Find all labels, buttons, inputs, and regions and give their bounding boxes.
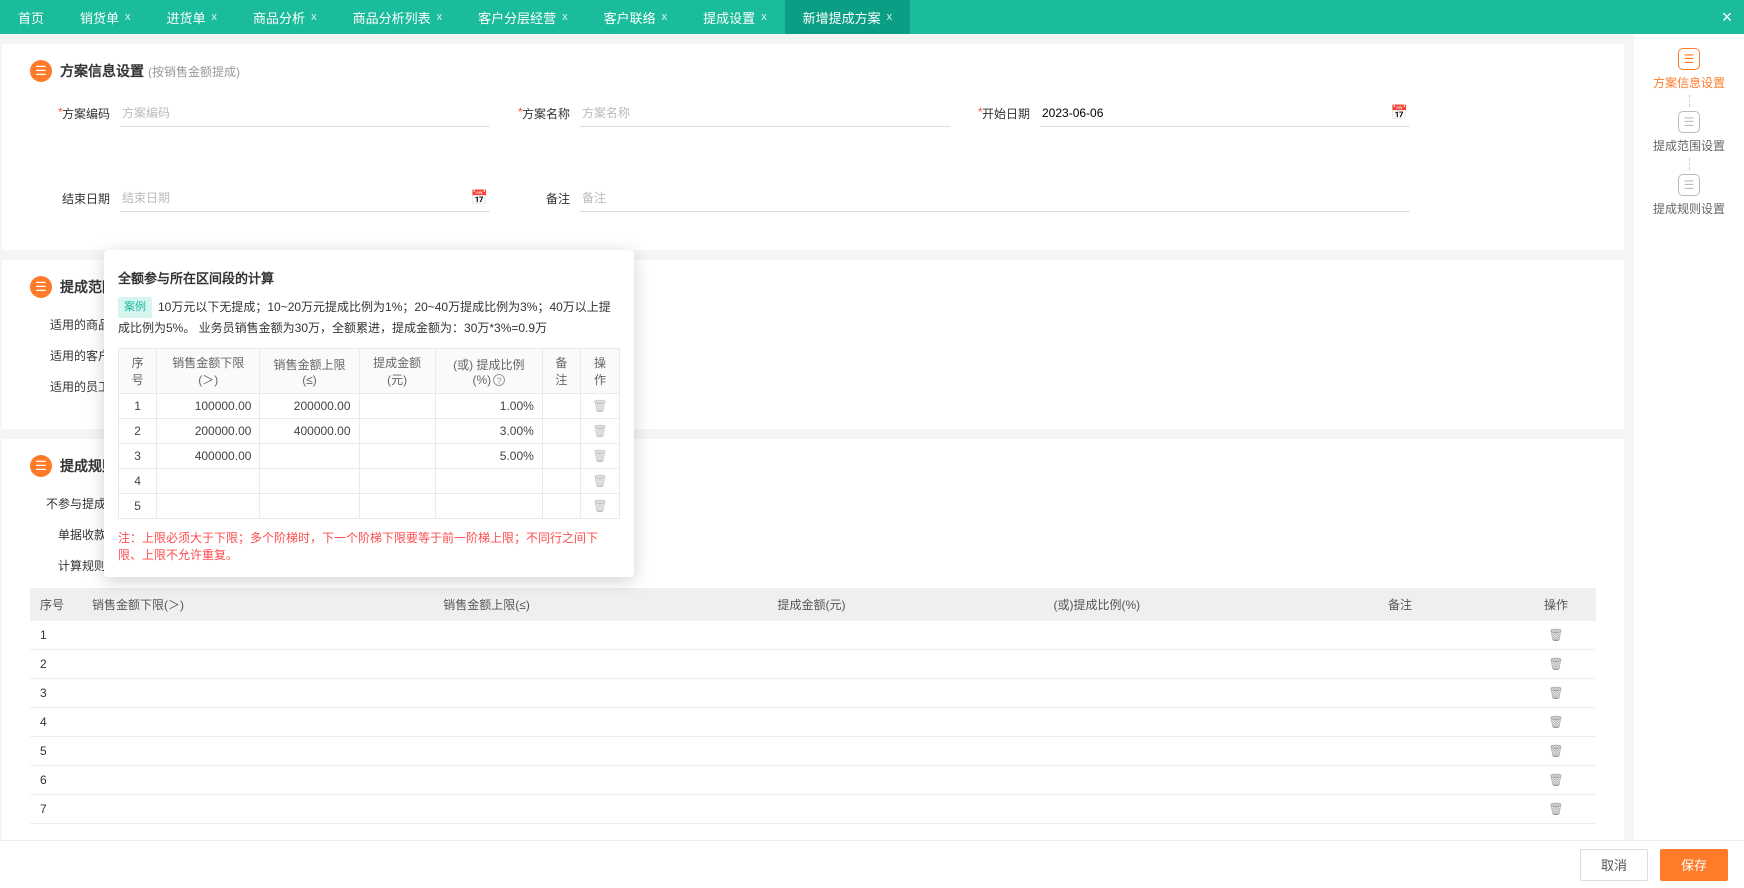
table-row: 5🗑 [119, 494, 620, 519]
table-row[interactable]: 3🗑 [30, 679, 1596, 708]
step-rules[interactable]: ☰ 提成规则设置 [1634, 174, 1744, 217]
cancel-button[interactable]: 取消 [1580, 849, 1648, 881]
delete-icon[interactable]: 🗑 [592, 474, 607, 488]
close-icon[interactable]: x [761, 11, 767, 23]
section-icon: ☰ [30, 455, 52, 477]
popover-note: 注：上限必须大于下限；多个阶梯时，下一个阶梯下限要等于前一阶梯上限；不同行之间下… [118, 529, 620, 563]
start-date-label: 开始日期 [950, 105, 1040, 122]
delete-icon[interactable]: 🗑 [1548, 686, 1563, 700]
example-table: 序号 销售金额下限 (＞) 销售金额上限 (≤) 提成金额 (元) (或) 提成… [118, 348, 620, 519]
tab-home[interactable]: 首页 [0, 0, 62, 34]
case-tag: 案例 [118, 297, 152, 318]
calendar-icon[interactable]: 📅 [471, 189, 488, 206]
col-action: 操作 [1516, 588, 1596, 621]
table-row: 2200000.00400000.003.00%🗑 [119, 419, 620, 444]
example-popover: 全额参与所在区间段的计算 案例10万元以下无提成；10~20万元提成比例为1%；… [104, 250, 634, 577]
plan-name-input[interactable] [580, 100, 950, 127]
remark-label: 备注 [490, 190, 580, 207]
end-date-input[interactable] [120, 185, 490, 212]
close-icon[interactable]: x [887, 11, 893, 23]
close-all-tabs-icon[interactable]: × [1710, 0, 1744, 34]
tab-customer-contact[interactable]: 客户联络x [586, 0, 686, 34]
table-row: 3400000.005.00%🗑 [119, 444, 620, 469]
rule-table: 序号 销售金额下限(＞) 销售金额上限(≤) 提成金额(元) (或)提成比例(%… [30, 588, 1596, 824]
top-tab-bar: 首页 销货单x 进货单x 商品分析x 商品分析列表x 客户分层经营x 客户联络x… [0, 0, 1744, 34]
table-row[interactable]: 7🗑 [30, 795, 1596, 824]
tab-purchase-order[interactable]: 进货单x [149, 0, 236, 34]
delete-icon[interactable]: 🗑 [1548, 773, 1563, 787]
col-ratio: (或)提成比例(%) [1043, 588, 1377, 621]
table-row[interactable]: 2🗑 [30, 650, 1596, 679]
step-icon: ☰ [1678, 111, 1700, 133]
close-icon[interactable]: x [437, 11, 443, 23]
plan-code-label: 方案编码 [30, 105, 120, 122]
section-plan-info: ☰ 方案信息设置 (按销售金额提成) 方案编码 方案名称 开始日期 📅 [2, 44, 1624, 250]
delete-icon[interactable]: 🗑 [592, 399, 607, 413]
col-remark: 备注 [1378, 588, 1516, 621]
tab-new-commission-plan[interactable]: 新增提成方案x [785, 0, 911, 34]
calendar-icon[interactable]: 📅 [1391, 104, 1408, 121]
section-icon: ☰ [30, 60, 52, 82]
table-row[interactable]: 5🗑 [30, 737, 1596, 766]
step-icon: ☰ [1678, 174, 1700, 196]
delete-icon[interactable]: 🗑 [1548, 657, 1563, 671]
end-date-label: 结束日期 [30, 190, 120, 207]
delete-icon[interactable]: 🗑 [592, 424, 607, 438]
save-button[interactable]: 保存 [1660, 849, 1728, 881]
close-icon[interactable]: x [562, 11, 568, 23]
table-row[interactable]: 4🗑 [30, 708, 1596, 737]
delete-icon[interactable]: 🗑 [1548, 715, 1563, 729]
section-title: 方案信息设置 [60, 61, 144, 81]
step-scope[interactable]: ☰ 提成范围设置 [1634, 111, 1744, 154]
delete-icon[interactable]: 🗑 [592, 499, 607, 513]
tab-product-analysis[interactable]: 商品分析x [235, 0, 335, 34]
col-amount: 提成金额(元) [768, 588, 1044, 621]
case-body: 10万元以下无提成；10~20万元提成比例为1%；20~40万提成比例为3%；4… [118, 300, 611, 335]
col-seq: 序号 [30, 588, 82, 621]
table-row[interactable]: 6🗑 [30, 766, 1596, 795]
footer-bar: 取消 保存 [0, 840, 1744, 888]
col-upper: 销售金额上限(≤) [433, 588, 767, 621]
start-date-input[interactable] [1040, 100, 1410, 127]
close-icon[interactable]: x [311, 11, 317, 23]
delete-icon[interactable]: 🗑 [1548, 628, 1563, 642]
close-icon[interactable]: x [212, 11, 218, 23]
popover-title: 全额参与所在区间段的计算 [118, 268, 620, 287]
table-row: 1100000.00200000.001.00%🗑 [119, 394, 620, 419]
step-icon: ☰ [1678, 48, 1700, 70]
tab-sales-order[interactable]: 销货单x [62, 0, 149, 34]
info-icon[interactable]: ? [493, 374, 505, 386]
tab-customer-tier[interactable]: 客户分层经营x [460, 0, 586, 34]
delete-icon[interactable]: 🗑 [1548, 744, 1563, 758]
step-nav: ☰ 方案信息设置 ☰ 提成范围设置 ☰ 提成规则设置 [1634, 34, 1744, 840]
section-icon: ☰ [30, 276, 52, 298]
col-lower: 销售金额下限(＞) [82, 588, 433, 621]
section-subtitle: (按销售金额提成) [148, 63, 240, 80]
close-icon[interactable]: x [662, 11, 668, 23]
table-row[interactable]: 1🗑 [30, 621, 1596, 650]
close-icon[interactable]: x [125, 11, 131, 23]
delete-icon[interactable]: 🗑 [592, 449, 607, 463]
remark-input[interactable] [580, 185, 1410, 212]
tab-commission-settings[interactable]: 提成设置x [685, 0, 785, 34]
delete-icon[interactable]: 🗑 [1548, 802, 1563, 816]
tab-product-analysis-list[interactable]: 商品分析列表x [335, 0, 461, 34]
table-row: 4🗑 [119, 469, 620, 494]
step-plan-info[interactable]: ☰ 方案信息设置 [1634, 48, 1744, 91]
plan-name-label: 方案名称 [490, 105, 580, 122]
plan-code-input[interactable] [120, 100, 490, 127]
